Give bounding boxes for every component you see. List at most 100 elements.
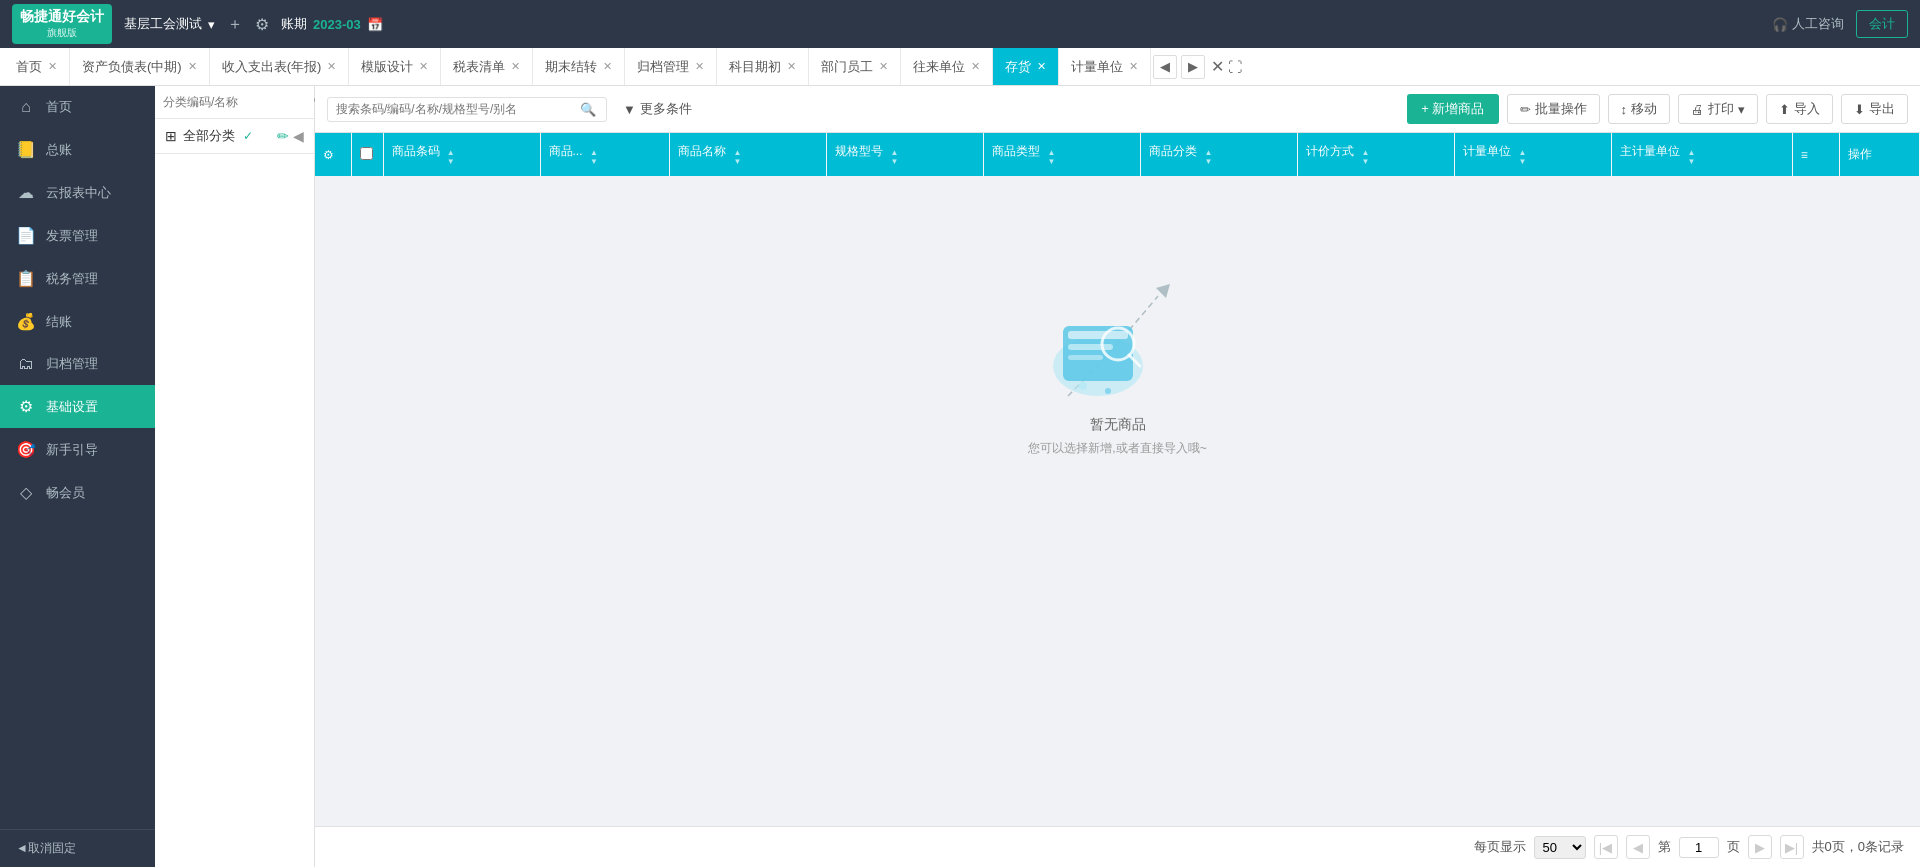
th-price-method[interactable]: 计价方式 ▲▼ [1298,133,1455,176]
page-first-btn[interactable]: |◀ [1594,835,1618,859]
th-unit[interactable]: 计量单位 ▲▼ [1455,133,1612,176]
tab-unit[interactable]: 计量单位 ✕ [1059,48,1151,86]
sidebar-item-archive[interactable]: 🗂 归档管理 [0,343,155,385]
filter-btn[interactable]: ▼ 更多条件 [615,96,700,122]
tab-close-subject[interactable]: ✕ [787,60,796,73]
tab-close-contacts[interactable]: ✕ [971,60,980,73]
page-prev-btn[interactable]: ◀ [1626,835,1650,859]
page-next-btn[interactable]: ▶ [1748,835,1772,859]
sidebar-item-member[interactable]: ◇ 畅会员 [0,471,155,514]
total-records: 共0页，0条记录 [1812,838,1904,856]
move-btn[interactable]: ↕ 移动 [1608,94,1671,124]
category-search-box: 🔍 [155,86,314,119]
period-value: 2023-03 [313,17,361,32]
account-btn[interactable]: 会计 [1856,10,1908,38]
product-search-input[interactable] [336,102,576,116]
page-last-btn[interactable]: ▶| [1780,835,1804,859]
category-search-input[interactable] [163,95,313,109]
th-check[interactable] [351,133,383,176]
th-main-unit[interactable]: 主计量单位 ▲▼ [1612,133,1792,176]
th-spec[interactable]: 规格型号 ▲▼ [827,133,984,176]
export-btn[interactable]: ⬇ 导出 [1841,94,1908,124]
sidebar-item-tax[interactable]: 📋 税务管理 [0,257,155,300]
tab-tax[interactable]: 税表清单 ✕ [441,48,533,86]
sort-unit[interactable]: ▲▼ [1519,149,1527,166]
calendar-icon[interactable]: 📅 [367,17,383,32]
tab-subject[interactable]: 科目期初 ✕ [717,48,809,86]
tab-close-unit[interactable]: ✕ [1129,60,1138,73]
sidebar-item-invoice[interactable]: 📄 发票管理 [0,214,155,257]
unpin-btn[interactable]: ◄取消固定 [0,829,155,867]
select-all-checkbox[interactable] [360,147,373,160]
sidebar-item-guide[interactable]: 🎯 新手引导 [0,428,155,471]
sort-main-unit[interactable]: ▲▼ [1688,149,1696,166]
th-extra[interactable]: ≡ [1792,133,1839,176]
add-tab-btn[interactable]: ＋ [227,14,243,35]
sort-price[interactable]: ▲▼ [1362,149,1370,166]
batch-btn[interactable]: ✏ 批量操作 [1507,94,1600,124]
tab-close-assets[interactable]: ✕ [188,60,197,73]
search-bar: 🔍 [327,97,607,122]
tab-archive[interactable]: 归档管理 ✕ [625,48,717,86]
logo-sub: 旗舰版 [47,26,77,40]
tab-close-period[interactable]: ✕ [603,60,612,73]
company-selector[interactable]: 基层工会测试 ▾ [124,15,215,33]
svg-rect-3 [1068,331,1128,339]
tab-close-home[interactable]: ✕ [48,60,57,73]
add-product-btn[interactable]: + 新增商品 [1407,94,1498,124]
tab-template[interactable]: 模版设计 ✕ [349,48,441,86]
sidebar-item-settle[interactable]: 💰 结账 [0,300,155,343]
company-name: 基层工会测试 [124,15,202,33]
sort-type[interactable]: ▲▼ [1048,149,1056,166]
search-bar-icon[interactable]: 🔍 [580,102,596,117]
tab-contacts[interactable]: 往来单位 ✕ [901,48,993,86]
category-actions: ✏ ◀ [277,128,304,144]
th-category[interactable]: 商品分类 ▲▼ [1141,133,1298,176]
per-page-select[interactable]: 50 20 100 [1534,836,1586,859]
tab-close-inventory[interactable]: ✕ [1037,60,1046,73]
tab-close-template[interactable]: ✕ [419,60,428,73]
page-input[interactable] [1679,837,1719,858]
tab-income[interactable]: 收入支出表(年报) ✕ [210,48,350,86]
sort-category[interactable]: ▲▼ [1205,149,1213,166]
tab-assets[interactable]: 资产负债表(中期) ✕ [70,48,210,86]
tab-prev-btn[interactable]: ◀ [1153,55,1177,79]
sort-spec[interactable]: ▲▼ [891,149,899,166]
edit-category-btn[interactable]: ✏ [277,128,289,144]
empty-state: 暂无商品 您可以选择新增,或者直接导入哦~ [315,176,1920,517]
tab-close-tax[interactable]: ✕ [511,60,520,73]
th-type[interactable]: 商品类型 ▲▼ [984,133,1141,176]
print-btn[interactable]: 🖨 打印 ▾ [1678,94,1758,124]
tab-close-archive[interactable]: ✕ [695,60,704,73]
th-name[interactable]: 商品名称 ▲▼ [670,133,827,176]
ledger-icon: 📒 [16,140,36,159]
archive-icon: 🗂 [16,355,36,373]
settings-icon[interactable]: ⚙ [255,15,269,34]
sidebar-item-ledger[interactable]: 📒 总账 [0,128,155,171]
sidebar-item-settings[interactable]: ⚙ 基础设置 [0,385,155,428]
sort-name[interactable]: ▲▼ [734,149,742,166]
settings-sidebar-icon: ⚙ [16,397,36,416]
th-settings[interactable]: ⚙ [315,133,351,176]
sort-code[interactable]: ▲▼ [590,149,598,166]
tab-close-income[interactable]: ✕ [327,60,336,73]
tab-next-btn[interactable]: ▶ [1181,55,1205,79]
th-barcode[interactable]: 商品条码 ▲▼ [383,133,540,176]
tab-close-all-btn[interactable]: ✕ [1211,57,1224,76]
tab-expand-btn[interactable]: ⛶ [1228,59,1242,75]
sidebar-item-cloud[interactable]: ☁ 云报表中心 [0,171,155,214]
tab-close-dept[interactable]: ✕ [879,60,888,73]
sort-barcode[interactable]: ▲▼ [447,149,455,166]
tab-dept[interactable]: 部门员工 ✕ [809,48,901,86]
sidebar-item-home[interactable]: ⌂ 首页 [0,86,155,128]
tab-home[interactable]: 首页 ✕ [4,48,70,86]
svg-point-9 [1105,388,1111,394]
import-btn[interactable]: ⬆ 导入 [1766,94,1833,124]
collapse-panel-btn[interactable]: ◀ [293,128,304,144]
export-icon: ⬇ [1854,102,1865,117]
th-code[interactable]: 商品... ▲▼ [540,133,670,176]
human-service-btn[interactable]: 🎧 人工咨询 [1772,15,1844,33]
table-header: ⚙ 商品条码 ▲▼ 商品... ▲▼ [315,133,1920,176]
tab-inventory[interactable]: 存货 ✕ [993,48,1059,86]
tab-period-close[interactable]: 期末结转 ✕ [533,48,625,86]
